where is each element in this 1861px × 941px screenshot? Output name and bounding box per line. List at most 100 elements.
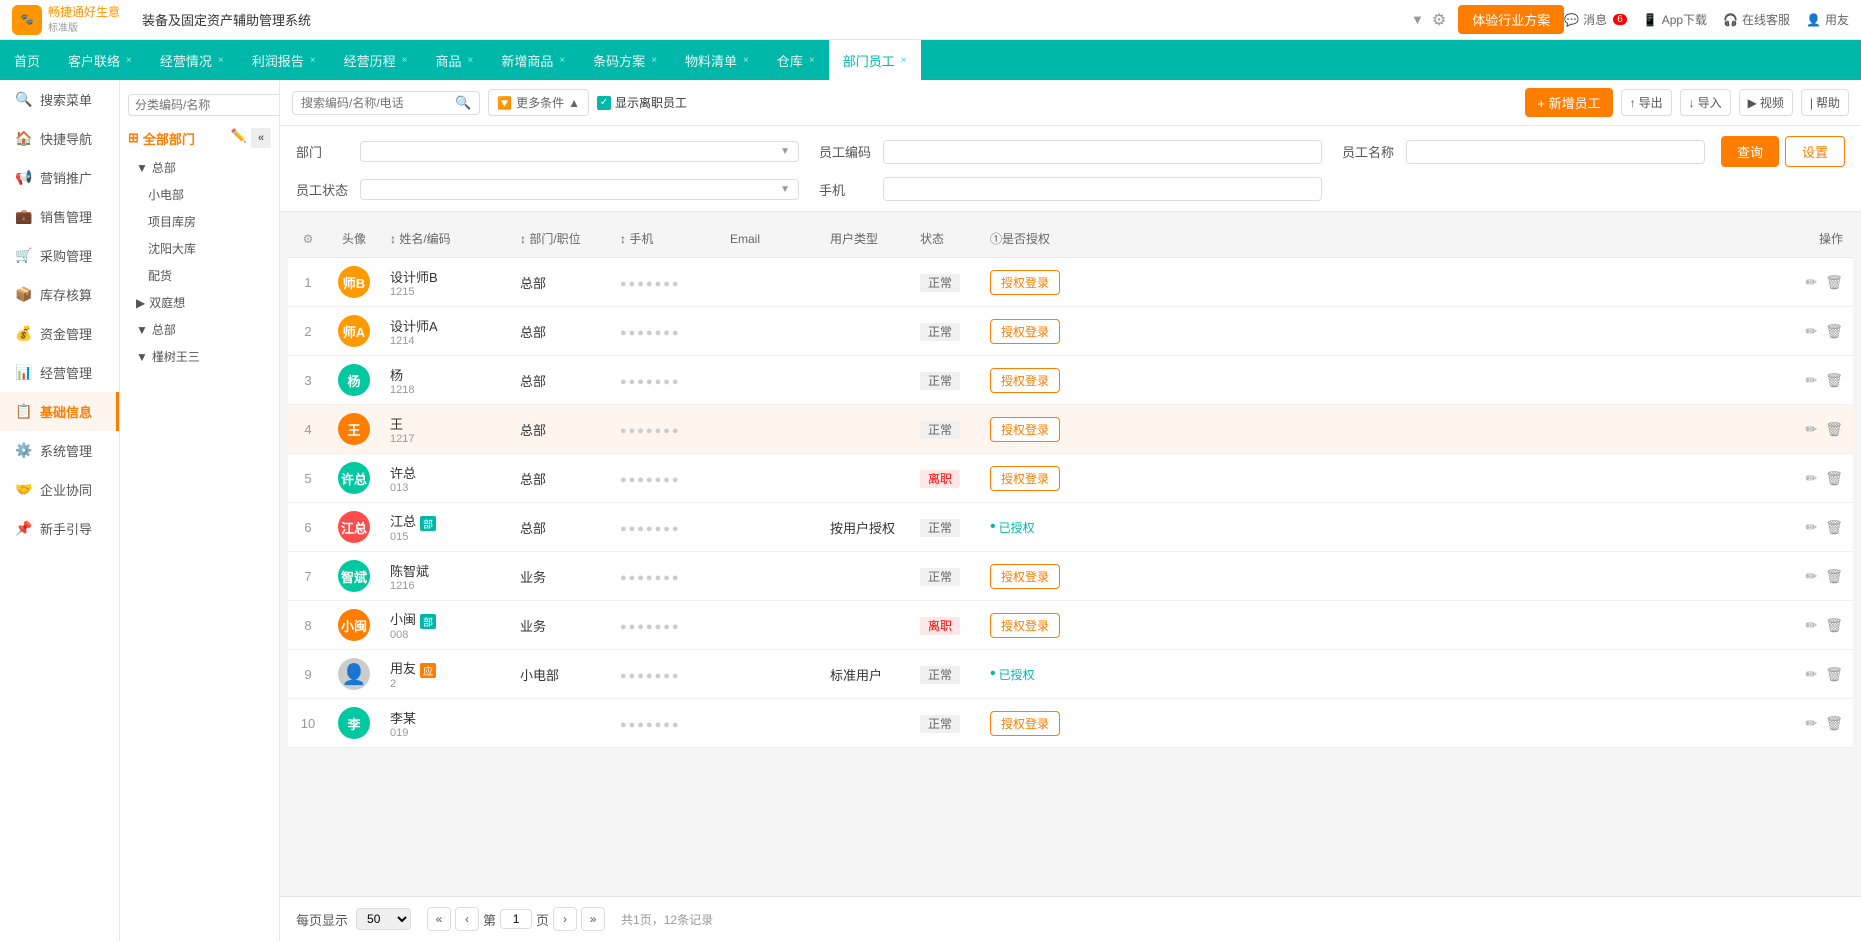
close-tab-icon[interactable]: × [402,55,408,66]
edit-icon[interactable]: ✏ [1805,568,1817,585]
sidebar-item-基础信息[interactable]: 📋基础信息 [0,392,119,431]
th-phone[interactable]: ↕ 手机 [610,220,720,258]
delete-icon[interactable]: 🗑 [1825,421,1843,438]
sidebar-item-系统管理[interactable]: ⚙️系统管理 [0,431,119,470]
gear-icon[interactable]: ⚙ [1432,10,1446,30]
nav-tab-经营情况[interactable]: 经营情况× [146,40,238,80]
close-tab-icon[interactable]: × [809,55,815,66]
auth-login-btn[interactable]: 授权登录 [990,270,1060,295]
dept-node-槿树王三[interactable]: ▼ 槿树王三 [120,343,279,370]
dept-node-小电部[interactable]: 小电部 [120,181,279,208]
sidebar-item-资金管理[interactable]: 💰资金管理 [0,314,119,353]
sidebar-item-营销推广[interactable]: 📢营销推广 [0,158,119,197]
edit-icon[interactable]: ✏ [1805,421,1817,438]
sidebar-item-新手引导[interactable]: 📌新手引导 [0,509,119,548]
edit-icon[interactable]: ✏ [1805,274,1817,291]
dept-node-配货[interactable]: 配货 [120,262,279,289]
auth-login-btn[interactable]: 授权登录 [990,711,1060,736]
add-employee-button[interactable]: + 新增员工 [1525,88,1612,117]
close-tab-icon[interactable]: × [218,55,224,66]
close-tab-icon[interactable]: × [310,55,316,66]
edit-icon[interactable]: ✏ [1805,617,1817,634]
search-input[interactable] [301,96,451,110]
nav-tab-经营历程[interactable]: 经营历程× [330,40,422,80]
message-btn[interactable]: 💬 消息 6 [1564,11,1627,28]
dept-node-总部[interactable]: ▼ 总部 [120,316,279,343]
auth-login-btn[interactable]: 授权登录 [990,417,1060,442]
th-dept[interactable]: ↕ 部门/职位 [510,220,610,258]
nav-tab-物料清单[interactable]: 物料清单× [671,40,763,80]
sidebar-item-企业协同[interactable]: 🤝企业协同 [0,470,119,509]
last-page-btn[interactable]: » [581,907,605,931]
close-tab-icon[interactable]: × [467,55,473,66]
more-filter-btn[interactable]: 🔽 更多条件 ▲ [488,89,589,116]
nav-tab-利润报告[interactable]: 利润报告× [238,40,330,80]
delete-icon[interactable]: 🗑 [1825,568,1843,585]
dept-filter-select[interactable]: ▼ [360,141,799,162]
dropdown-arrow[interactable]: ▼ [1411,12,1424,27]
view-btn[interactable]: ▶ 视频 [1739,89,1793,116]
delete-icon[interactable]: 🗑 [1825,666,1843,683]
nav-tab-条码方案[interactable]: 条码方案× [579,40,671,80]
sidebar-item-采购管理[interactable]: 🛒采购管理 [0,236,119,275]
export-btn[interactable]: ↑ 导出 [1621,89,1672,116]
reset-button[interactable]: 设置 [1785,136,1845,167]
edit-icon[interactable]: ✏ [1805,470,1817,487]
empstatus-filter-select[interactable]: ▼ [360,179,799,200]
phone-filter-input[interactable] [883,177,1322,201]
dept-node-项目库房[interactable]: 项目库房 [120,208,279,235]
sidebar-item-销售管理[interactable]: 💼销售管理 [0,197,119,236]
close-tab-icon[interactable]: × [559,55,565,66]
first-page-btn[interactable]: « [427,907,451,931]
nav-tab-新增商品[interactable]: 新增商品× [487,40,579,80]
edit-icon[interactable]: ✏ [1805,372,1817,389]
delete-icon[interactable]: 🗑 [1825,372,1843,389]
delete-icon[interactable]: 🗑 [1825,519,1843,536]
delete-icon[interactable]: 🗑 [1825,274,1843,291]
nav-tab-首页[interactable]: 首页 [0,40,54,80]
close-tab-icon[interactable]: × [651,55,657,66]
dept-node-总部[interactable]: ▼ 总部 [120,154,279,181]
edit-icon[interactable]: ✏ [1805,666,1817,683]
auth-login-btn[interactable]: 授权登录 [990,319,1060,344]
page-input[interactable] [500,909,532,929]
th-settings[interactable]: ⚙ [288,220,328,258]
nav-tab-仓库[interactable]: 仓库× [763,40,829,80]
close-tab-icon[interactable]: × [743,55,749,66]
dept-node-沈阳大库[interactable]: 沈阳大库 [120,235,279,262]
close-tab-icon[interactable]: × [901,55,907,66]
auth-login-btn[interactable]: 授权登录 [990,368,1060,393]
close-tab-icon[interactable]: × [126,55,132,66]
nav-tab-部门员工[interactable]: 部门员工× [829,40,921,80]
dept-node-双庭想[interactable]: ▶ 双庭想 [120,289,279,316]
auth-login-btn[interactable]: 授权登录 [990,466,1060,491]
sidebar-item-库存核算[interactable]: 📦库存核算 [0,275,119,314]
help-btn[interactable]: | 帮助 [1801,89,1849,116]
sidebar-item-搜索菜单[interactable]: 🔍搜索菜单 [0,80,119,119]
empcode-filter-input[interactable] [883,140,1322,164]
trial-button[interactable]: 体验行业方案 [1458,5,1564,34]
prev-page-btn[interactable]: ‹ [455,907,479,931]
nav-tab-商品[interactable]: 商品× [421,40,487,80]
user-btn[interactable]: 👤 用友 [1806,11,1849,28]
service-btn[interactable]: 🎧 在线客服 [1723,11,1790,28]
edit-icon[interactable]: ✏ [1805,323,1817,340]
collapse-btn[interactable]: « [251,128,271,148]
delete-icon[interactable]: 🗑 [1825,715,1843,732]
delete-icon[interactable]: 🗑 [1825,470,1843,487]
show-resigned-toggle[interactable]: ✓ 显示离职员工 [597,94,687,111]
import-btn[interactable]: ↓ 导入 [1680,89,1731,116]
app-download-btn[interactable]: 📱 App下载 [1643,11,1707,28]
auth-login-btn[interactable]: 授权登录 [990,613,1060,638]
empname-filter-input[interactable] [1406,140,1705,164]
delete-icon[interactable]: 🗑 [1825,323,1843,340]
page-size-select[interactable]: 50 100 200 [356,908,411,930]
edit-icon[interactable]: ✏ [1805,715,1817,732]
edit-icon[interactable]: ✏ [1805,519,1817,536]
auth-login-btn[interactable]: 授权登录 [990,564,1060,589]
delete-icon[interactable]: 🗑 [1825,617,1843,634]
next-page-btn[interactable]: › [553,907,577,931]
nav-tab-客户联络[interactable]: 客户联络× [54,40,146,80]
sidebar-item-快捷导航[interactable]: 🏠快捷导航 [0,119,119,158]
dept-header[interactable]: ⊞ 全部部门 ✏️ « [120,122,279,154]
